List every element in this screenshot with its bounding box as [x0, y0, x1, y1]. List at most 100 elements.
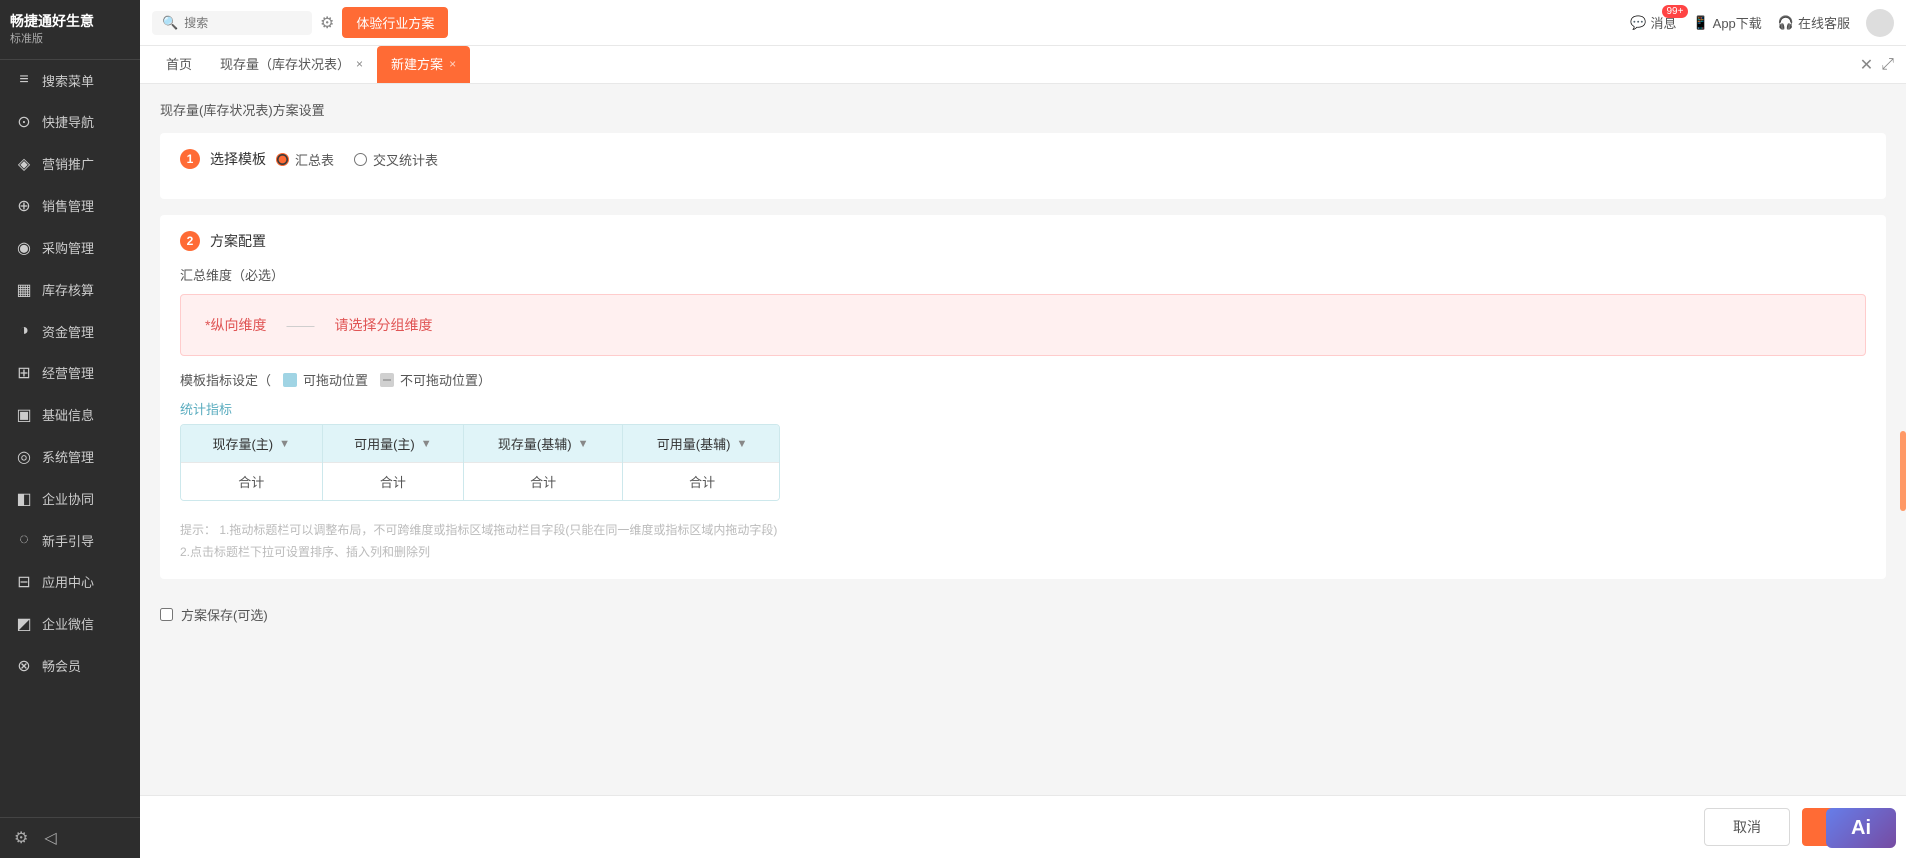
scrollbar-right[interactable]: [1900, 431, 1906, 511]
avatar[interactable]: [1866, 9, 1894, 37]
sidebar-item-operation[interactable]: ⊞ 经营管理: [0, 352, 140, 394]
sidebar-item-finance[interactable]: ◑ 资金管理: [0, 311, 140, 352]
sidebar-label-operation: 经营管理: [42, 363, 94, 382]
cancel-button[interactable]: 取消: [1704, 808, 1790, 846]
close-tab-new-plan-icon[interactable]: ×: [449, 57, 456, 71]
message-icon: 💬: [1630, 15, 1646, 31]
sidebar-item-quicknav[interactable]: ⊙ 快捷导航: [0, 101, 140, 143]
tab-new-plan[interactable]: 新建方案 ×: [377, 46, 470, 83]
sidebar-label-system: 系统管理: [42, 447, 94, 466]
dim-required-text: *纵向维度: [205, 315, 266, 335]
col-current-aux-label: 现存量(基辅): [498, 434, 572, 453]
sidebar-item-newguide[interactable]: ◌ 新手引导: [0, 520, 140, 561]
step1-card: 1 选择模板 汇总表 交叉统计表: [160, 133, 1886, 199]
newguide-icon: ◌: [14, 531, 34, 549]
contract-icon: ◧: [14, 489, 34, 509]
indicator-section-label: 模板指标设定（: [180, 370, 271, 389]
sidebar-label-search: 搜索菜单: [42, 71, 94, 90]
sidebar-item-appstore[interactable]: ⊟ 应用中心: [0, 561, 140, 603]
sidebar-item-purchase[interactable]: ◉ 采购管理: [0, 227, 140, 269]
industry-btn[interactable]: 体验行业方案: [342, 7, 448, 38]
app-download-label: App下载: [1713, 13, 1762, 32]
radio-summary-label: 汇总表: [295, 150, 334, 169]
step2-label: 方案配置: [210, 231, 266, 251]
sidebar-nav: ≡ 搜索菜单 ⊙ 快捷导航 ◈ 营销推广 ⊕ 销售管理 ◉ 采购管理 ▦ 库存核…: [0, 60, 140, 817]
radio-cross[interactable]: 交叉统计表: [354, 150, 438, 169]
sidebar-item-sales[interactable]: ⊕ 销售管理: [0, 185, 140, 227]
edition-label: 标准版: [10, 32, 130, 47]
sidebar-label-sales: 销售管理: [42, 196, 94, 215]
operation-icon: ⊞: [14, 363, 34, 383]
dim-required-box[interactable]: *纵向维度 —— 请选择分组维度: [180, 294, 1866, 356]
stat-table: 现存量(主) ▼ 可用量(主) ▼: [181, 425, 780, 500]
system-icon: ◎: [14, 447, 34, 467]
chevron-down-icon: ▼: [279, 438, 290, 450]
audio-icon[interactable]: ◁: [44, 828, 56, 848]
radio-summary-input[interactable]: [276, 153, 289, 166]
cell-current-aux-sub: 合计: [464, 463, 623, 501]
cell-available-main-sub: 合计: [322, 463, 464, 501]
indicator-header: 模板指标设定（ 可拖动位置 不可拖动位置）: [180, 370, 1866, 389]
dim-placeholder: 请选择分组维度: [334, 315, 432, 335]
content-area: 现存量(库存状况表)方案设置 1 选择模板 汇总表 交叉统计表: [140, 84, 1906, 858]
message-count-badge: 99+: [1662, 5, 1689, 18]
cell-current-main-sub: 合计: [181, 463, 322, 501]
brand-name: 畅捷通好生意: [10, 12, 130, 32]
sidebar-item-basic[interactable]: ▣ 基础信息: [0, 394, 140, 436]
col-available-aux[interactable]: 可用量(基辅) ▼: [623, 425, 780, 463]
finance-icon: ◑: [14, 322, 34, 340]
chevron-down-icon: ▼: [421, 438, 432, 450]
dim-arrow: ——: [286, 317, 314, 333]
sidebar-item-system[interactable]: ◎ 系统管理: [0, 436, 140, 478]
step1-num: 1: [180, 149, 200, 169]
col-current-aux[interactable]: 现存量(基辅) ▼: [464, 425, 623, 463]
col-available-aux-label: 可用量(基辅): [657, 434, 731, 453]
search-icon: 🔍: [162, 15, 178, 31]
tab-home[interactable]: 首页: [152, 46, 206, 83]
stat-title: 统计指标: [180, 399, 1866, 418]
sidebar-label-newguide: 新手引导: [42, 531, 94, 550]
save-checkbox[interactable]: [160, 608, 173, 621]
message-badge-item[interactable]: 💬 消息 99+: [1630, 13, 1676, 32]
search-input[interactable]: [184, 16, 284, 30]
sidebar-item-marketing[interactable]: ◈ 营销推广: [0, 143, 140, 185]
close-tab-inventory-icon[interactable]: ×: [356, 57, 363, 71]
template-radio-group: 汇总表 交叉统计表: [276, 150, 438, 169]
fixed-label: 不可拖动位置）: [400, 370, 491, 389]
sidebar-label-member: 畅会员: [42, 656, 81, 675]
sidebar-logo: 畅捷通好生意 标准版: [0, 0, 140, 60]
sidebar-label-appstore: 应用中心: [42, 572, 94, 591]
col-available-main-label: 可用量(主): [354, 434, 415, 453]
close-window-icon[interactable]: ✕: [1860, 55, 1873, 75]
expand-icon[interactable]: ⤢: [1881, 56, 1894, 74]
col-current-main[interactable]: 现存量(主) ▼: [181, 425, 322, 463]
sidebar-label-wechat: 企业微信: [42, 614, 94, 633]
sidebar-item-member[interactable]: ⊗ 畅会员: [0, 645, 140, 687]
sidebar-item-contract[interactable]: ◧ 企业协同: [0, 478, 140, 520]
sidebar-label-purchase: 采购管理: [42, 238, 94, 257]
cell-available-aux-sub: 合计: [623, 463, 780, 501]
marketing-icon: ◈: [14, 154, 34, 174]
online-service-item[interactable]: 🎧 在线客服: [1778, 13, 1850, 32]
sidebar-item-search[interactable]: ≡ 搜索菜单: [0, 60, 140, 101]
chevron-down-icon: ▼: [578, 438, 589, 450]
page-title: 现存量(库存状况表)方案设置: [160, 100, 1886, 119]
settings-icon[interactable]: ⚙: [14, 828, 28, 848]
save-option: 方案保存(可选): [160, 595, 1886, 634]
basic-icon: ▣: [14, 405, 34, 425]
tab-inventory-status[interactable]: 现存量（库存状况表） ×: [206, 46, 377, 83]
col-available-main[interactable]: 可用量(主) ▼: [322, 425, 464, 463]
appstore-icon: ⊟: [14, 572, 34, 592]
radio-summary[interactable]: 汇总表: [276, 150, 334, 169]
tip-1: 提示： 1.拖动标题栏可以调整布局，不可跨维度或指标区域拖动栏目字段(只能在同一…: [180, 520, 1866, 542]
gear-icon[interactable]: ⚙: [320, 13, 334, 33]
radio-cross-input[interactable]: [354, 153, 367, 166]
fixed-toggle: 不可拖动位置）: [380, 370, 491, 389]
app-download-item[interactable]: 📱 App下载: [1692, 13, 1761, 32]
ai-badge[interactable]: Ai: [1826, 808, 1896, 848]
step1-header: 1 选择模板 汇总表 交叉统计表: [180, 149, 1866, 169]
sales-icon: ⊕: [14, 196, 34, 216]
sidebar-item-wechat[interactable]: ◩ 企业微信: [0, 603, 140, 645]
wechat-icon: ◩: [14, 614, 34, 634]
sidebar-item-inventory[interactable]: ▦ 库存核算: [0, 269, 140, 311]
